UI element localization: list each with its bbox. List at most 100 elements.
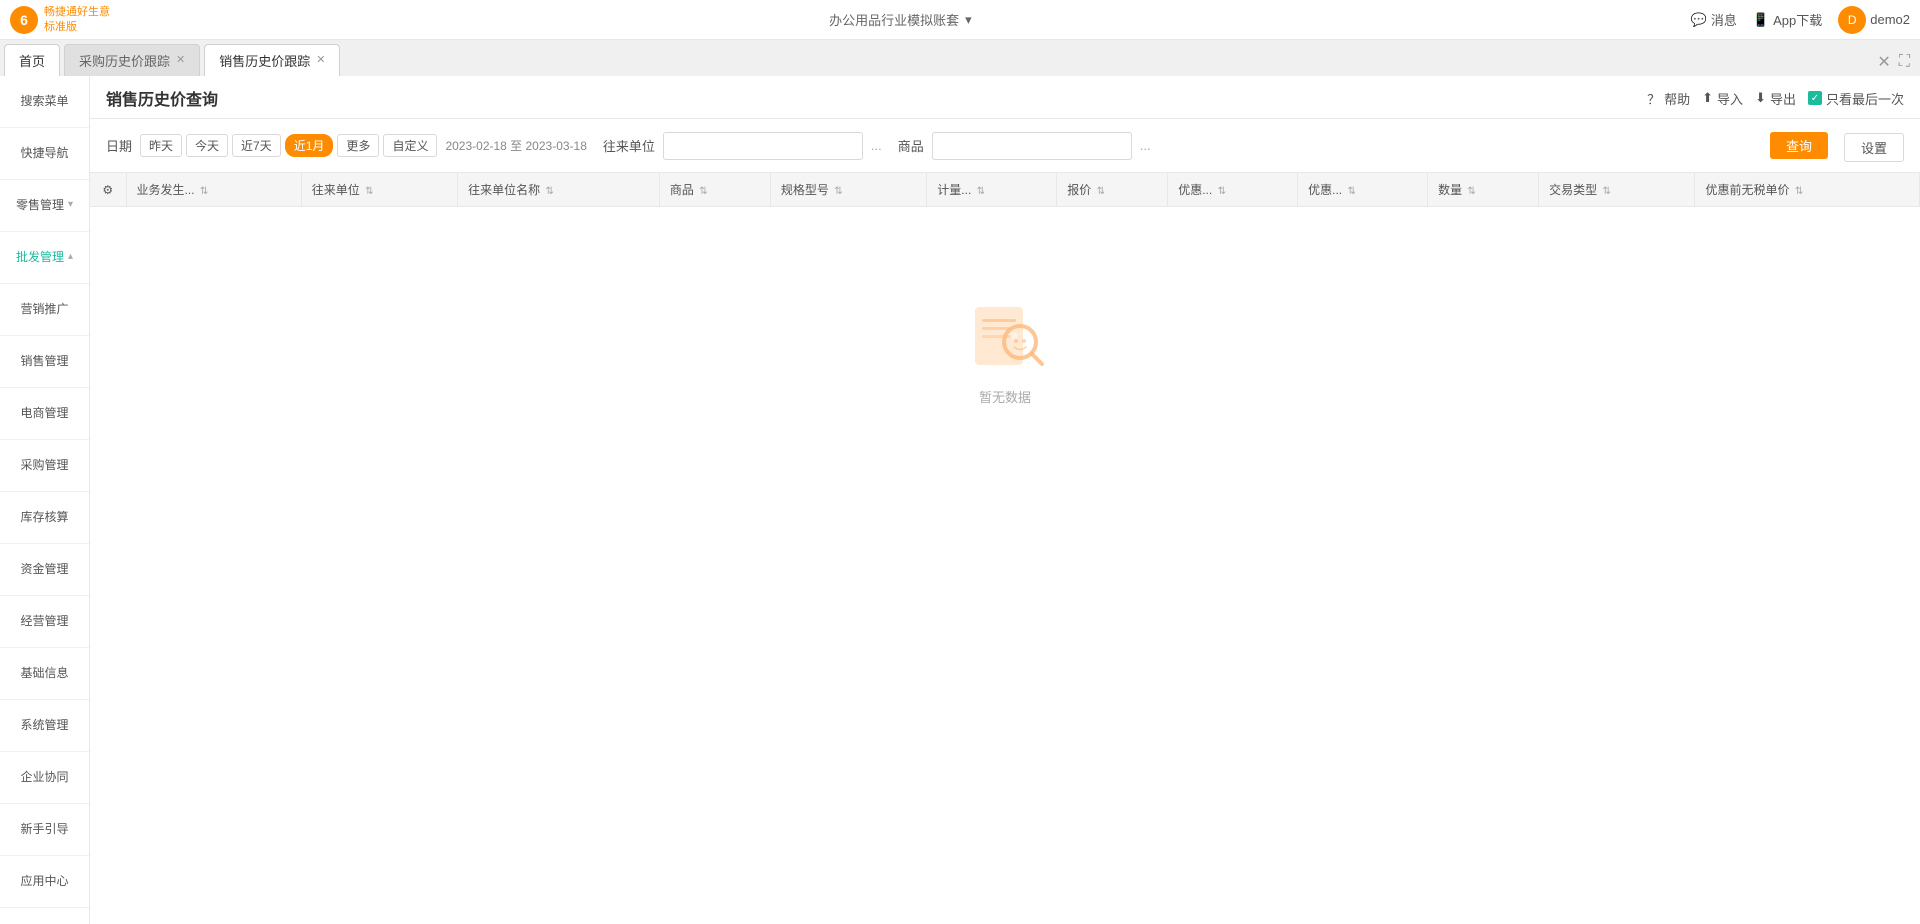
th-discount2[interactable]: 优惠... ⇅ (1298, 173, 1428, 207)
sort-icon: ⇅ (1097, 186, 1105, 197)
date-filter-group: 日期 昨天 今天 近7天 近1月 更多 自定义 2023-02-18 至 202… (106, 134, 587, 157)
th-biz-date[interactable]: 业务发生... ⇅ (126, 173, 301, 207)
partner-input[interactable] (663, 132, 863, 160)
tab-sales-history[interactable]: 销售历史价跟踪 ✕ (204, 44, 340, 76)
sidebar-item-marketing[interactable]: 营销推广 (0, 284, 89, 336)
tab-purchase-history[interactable]: 采购历史价跟踪 ✕ (64, 44, 200, 76)
sidebar-item-enterprise[interactable]: 企业协同 (0, 752, 89, 804)
settings-button-container: 设置 (1844, 133, 1904, 162)
workspace-selector[interactable]: 办公用品行业模拟账套 ▾ (829, 10, 972, 29)
sidebar-item-wholesale-mgmt[interactable]: 批发管理 ▴ (0, 232, 89, 284)
th-discount1[interactable]: 优惠... ⇅ (1168, 173, 1298, 207)
logo-text: 畅捷通好生意 标准版 (44, 5, 110, 34)
partner-dots-button[interactable]: ... (871, 138, 882, 153)
sort-icon: ⇅ (1348, 186, 1356, 197)
tab-bar: 首页 采购历史价跟踪 ✕ 销售历史价跟踪 ✕ ✕ ⛶ (0, 40, 1920, 76)
tab-home[interactable]: 首页 (4, 44, 60, 76)
sidebar: 搜索菜单 快捷导航 零售管理 ▾ 批发管理 ▴ 营销推广 销售管理 电商管理 采 (0, 76, 90, 924)
no-data-text: 暂无数据 (979, 387, 1031, 406)
th-qty[interactable]: 数量 ⇅ (1428, 173, 1539, 207)
sidebar-item-quick-nav[interactable]: 快捷导航 (0, 128, 89, 180)
user-menu[interactable]: D demo2 (1838, 6, 1910, 34)
sidebar-item-ecommerce[interactable]: 电商管理 (0, 388, 89, 440)
sort-icon: ⇅ (699, 186, 707, 197)
sidebar-item-sales-mgmt[interactable]: 销售管理 (0, 336, 89, 388)
content-area: 销售历史价查询 ？ 帮助 ⬆ 导入 ⬇ 导出 ✓ 只看最后一次 (90, 76, 1920, 924)
logo-icon: 6 (10, 6, 38, 34)
page-header-actions: ？ 帮助 ⬆ 导入 ⬇ 导出 ✓ 只看最后一次 (1647, 89, 1904, 108)
sidebar-item-sys-settings[interactable]: 系统管理 (0, 700, 89, 752)
close-tab-icon[interactable]: ✕ (1877, 52, 1890, 72)
sidebar-item-app-center[interactable]: 应用中心 (0, 856, 89, 908)
app-download-button[interactable]: 📱 App下载 (1753, 10, 1822, 29)
import-icon: ⬆ (1702, 90, 1713, 106)
th-gear[interactable]: ⚙ (90, 173, 126, 207)
top-bar-right: 💬 消息 📱 App下载 D demo2 (1691, 6, 1910, 34)
sort-icon: ⇅ (1218, 186, 1226, 197)
message-button[interactable]: 💬 消息 (1691, 10, 1737, 29)
date-btn-7days[interactable]: 近7天 (232, 134, 281, 157)
only-last-checkbox[interactable]: ✓ 只看最后一次 (1808, 89, 1904, 108)
no-data-state: 暂无数据 (90, 207, 1920, 486)
goods-dots-button[interactable]: ... (1140, 138, 1151, 153)
data-table: ⚙ 业务发生... ⇅ 往来单位 ⇅ 往来单位名称 ⇅ (90, 173, 1920, 207)
import-button[interactable]: ⬆ 导入 (1702, 89, 1743, 108)
sort-icon: ⇅ (200, 186, 208, 197)
sort-icon: ⇅ (546, 186, 554, 197)
help-icon: ？ (1647, 89, 1660, 108)
th-goods[interactable]: 商品 ⇅ (659, 173, 770, 207)
table-container: ⚙ 业务发生... ⇅ 往来单位 ⇅ 往来单位名称 ⇅ (90, 173, 1920, 924)
date-range: 2023-02-18 至 2023-03-18 (445, 137, 586, 154)
sidebar-item-wechat[interactable]: 企业微信 (0, 908, 89, 924)
th-trade-type[interactable]: 交易类型 ⇅ (1539, 173, 1695, 207)
th-notax-price[interactable]: 优惠前无税单价 ⇅ (1695, 173, 1920, 207)
sidebar-item-retail-mgmt[interactable]: 零售管理 ▾ (0, 180, 89, 232)
logo-area: 6 畅捷通好生意 标准版 (10, 5, 110, 34)
tab-sales-history-close[interactable]: ✕ (316, 55, 325, 66)
settings-button[interactable]: 设置 (1844, 133, 1904, 162)
date-btn-more[interactable]: 更多 (337, 134, 379, 157)
checkbox-icon: ✓ (1808, 91, 1822, 105)
tab-bar-actions: ✕ ⛶ (1877, 52, 1920, 76)
date-btn-1month[interactable]: 近1月 (285, 134, 334, 157)
page-header: 销售历史价查询 ？ 帮助 ⬆ 导入 ⬇ 导出 ✓ 只看最后一次 (90, 76, 1920, 119)
top-bar: 6 畅捷通好生意 标准版 办公用品行业模拟账套 ▾ 💬 消息 📱 App下载 D… (0, 0, 1920, 40)
sidebar-item-guide[interactable]: 新手引导 (0, 804, 89, 856)
date-label: 日期 (106, 136, 132, 155)
th-price[interactable]: 报价 ⇅ (1057, 173, 1168, 207)
th-partner-code[interactable]: 往来单位 ⇅ (301, 173, 457, 207)
date-btn-today[interactable]: 今天 (186, 134, 228, 157)
query-button[interactable]: 查询 (1770, 132, 1828, 159)
sidebar-item-ops-mgmt[interactable]: 经营管理 (0, 596, 89, 648)
export-icon: ⬇ (1755, 90, 1766, 106)
chevron-up-icon: ▴ (68, 250, 73, 264)
date-btn-yesterday[interactable]: 昨天 (140, 134, 182, 157)
export-button[interactable]: ⬇ 导出 (1755, 89, 1796, 108)
avatar: D (1838, 6, 1866, 34)
sort-icon: ⇅ (365, 186, 373, 197)
gear-icon: ⚙ (102, 183, 113, 197)
tab-purchase-history-close[interactable]: ✕ (176, 55, 185, 66)
date-btn-custom[interactable]: 自定义 (383, 134, 437, 157)
chevron-down-icon: ▾ (965, 12, 972, 28)
sort-icon: ⇅ (1795, 186, 1803, 197)
sidebar-item-inventory[interactable]: 库存核算 (0, 492, 89, 544)
sidebar-item-basic-info[interactable]: 基础信息 (0, 648, 89, 700)
empty-illustration (960, 287, 1050, 377)
th-unit[interactable]: 计量... ⇅ (927, 173, 1057, 207)
partner-label: 往来单位 (603, 136, 655, 155)
maximize-icon[interactable]: ⛶ (1899, 53, 1910, 71)
filter-bar: 日期 昨天 今天 近7天 近1月 更多 自定义 2023-02-18 至 202… (90, 119, 1920, 173)
filter-actions: 查询 (1770, 132, 1828, 159)
sort-icon: ⇅ (977, 186, 985, 197)
help-button[interactable]: ？ 帮助 (1647, 89, 1690, 108)
sidebar-item-finance[interactable]: 资金管理 (0, 544, 89, 596)
sort-icon: ⇅ (1602, 186, 1610, 197)
goods-label: 商品 (898, 136, 924, 155)
goods-input[interactable] (932, 132, 1132, 160)
sidebar-item-purchase-mgmt[interactable]: 采购管理 (0, 440, 89, 492)
partner-filter-group: 往来单位 ... (603, 132, 882, 160)
th-partner-name[interactable]: 往来单位名称 ⇅ (458, 173, 660, 207)
th-spec[interactable]: 规格型号 ⇅ (770, 173, 926, 207)
sidebar-item-search-menu[interactable]: 搜索菜单 (0, 76, 89, 128)
